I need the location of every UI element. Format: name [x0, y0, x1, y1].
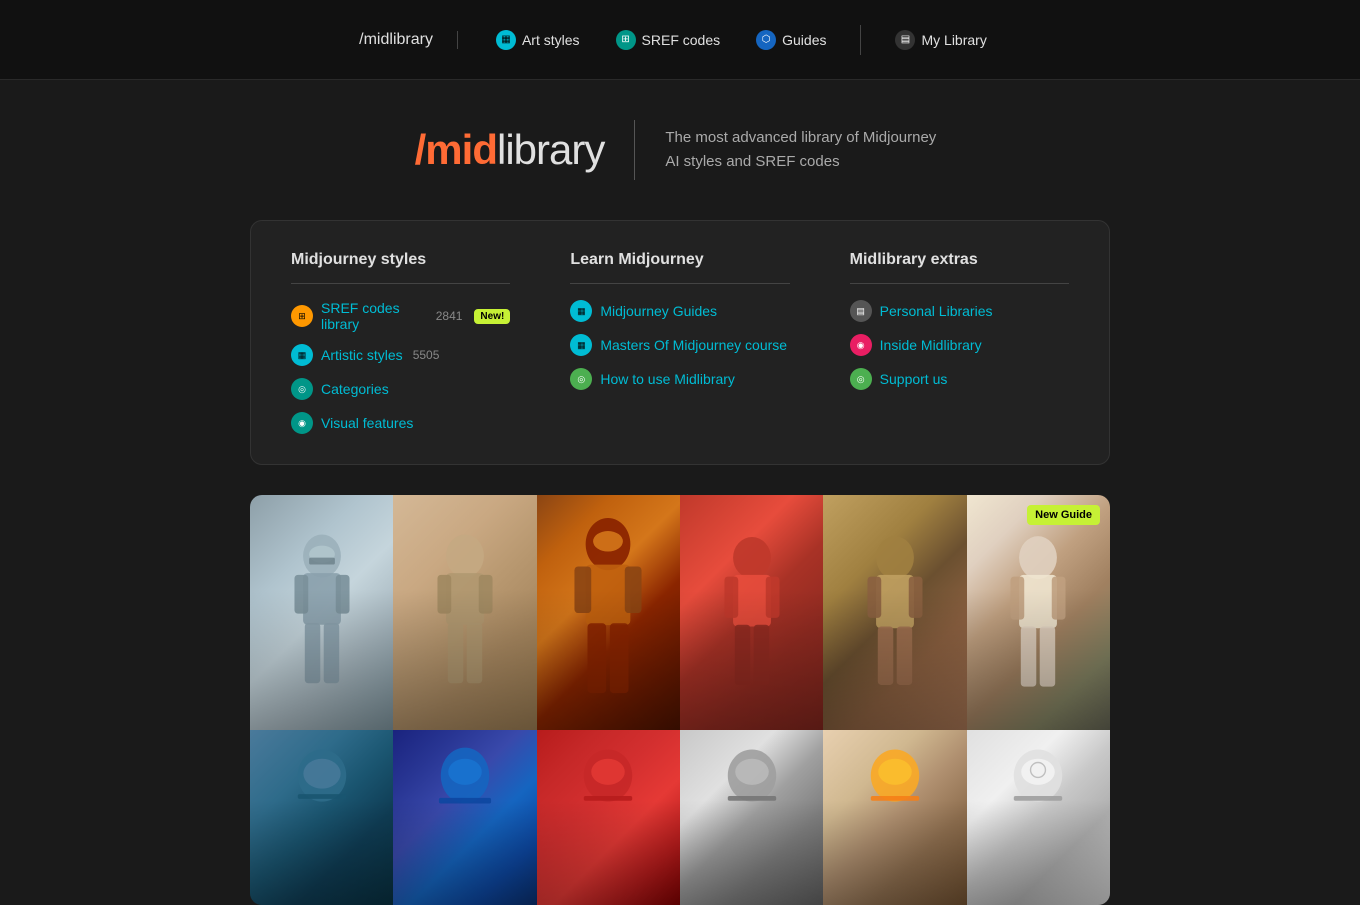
gallery-image-4-inner [680, 495, 823, 730]
categories-icon: ◎ [291, 378, 313, 400]
gallery-image-10-inner [680, 730, 823, 905]
gallery-image-7[interactable] [250, 730, 393, 905]
new-guide-badge: New Guide [1027, 505, 1100, 525]
nav-item-art-styles[interactable]: ▦ Art styles [482, 22, 594, 58]
artistic-styles-icon: ▦ [291, 344, 313, 366]
gallery-image-1-inner [250, 495, 393, 730]
new-badge: New! [474, 309, 510, 324]
gallery-image-6[interactable]: New Guide [967, 495, 1110, 730]
menu-col-title-1: Midjourney styles [291, 251, 510, 284]
inside-midlibrary-icon: ◉ [850, 334, 872, 356]
menu-col-extras: Midlibrary extras ▤ Personal Libraries ◉… [850, 251, 1069, 434]
menu-link-visual-features[interactable]: ◉ Visual features [291, 412, 510, 434]
image-grid: New Guide [250, 495, 1110, 905]
gallery-image-8[interactable] [393, 730, 536, 905]
gallery-image-9[interactable] [537, 730, 680, 905]
menu-link-support-us[interactable]: ◎ Support us [850, 368, 1069, 390]
gallery-image-3[interactable] [537, 495, 680, 730]
gallery-image-1[interactable] [250, 495, 393, 730]
sref-library-icon: ⊞ [291, 305, 313, 327]
menu-card: Midjourney styles ⊞ SREF codes library 2… [250, 220, 1110, 465]
hero-section: /midlibrary The most advanced library of… [0, 80, 1360, 220]
guides-icon: ⬡ [756, 30, 776, 50]
gallery-wrapper: New Guide [0, 495, 1360, 905]
gallery-image-2[interactable] [393, 495, 536, 730]
gallery-image-12-inner [967, 730, 1110, 905]
nav: /midlibrary ▦ Art styles ⊞ SREF codes ⬡ … [359, 22, 1001, 58]
nav-brand: /midlibrary [359, 31, 458, 49]
logo-mid: /mid [415, 126, 497, 173]
gallery-image-4[interactable] [680, 495, 823, 730]
gallery-image-6-inner [967, 495, 1110, 730]
nav-divider [860, 25, 861, 55]
header: /midlibrary ▦ Art styles ⊞ SREF codes ⬡ … [0, 0, 1360, 80]
gallery-image-11[interactable] [823, 730, 966, 905]
menu-link-artistic-styles[interactable]: ▦ Artistic styles 5505 [291, 344, 510, 366]
logo-library: library [497, 126, 604, 173]
art-styles-icon: ▦ [496, 30, 516, 50]
artistic-count-badge: 5505 [413, 348, 440, 362]
menu-link-mj-guides[interactable]: ▦ Midjourney Guides [570, 300, 789, 322]
sref-count-badge: 2841 [436, 309, 463, 323]
menu-link-sref-library[interactable]: ⊞ SREF codes library 2841 New! [291, 300, 510, 332]
nav-item-guides[interactable]: ⬡ Guides [742, 22, 840, 58]
gallery-image-2-inner [393, 495, 536, 730]
gallery-image-7-inner [250, 730, 393, 905]
gallery-image-9-inner [537, 730, 680, 905]
menu-link-personal-libs[interactable]: ▤ Personal Libraries [850, 300, 1069, 322]
menu-col-title-2: Learn Midjourney [570, 251, 789, 284]
visual-features-icon: ◉ [291, 412, 313, 434]
hero-divider [634, 120, 635, 180]
gallery-image-8-inner [393, 730, 536, 905]
gallery-image-5[interactable] [823, 495, 966, 730]
hero-logo: /midlibrary [415, 126, 605, 174]
menu-links-1: ⊞ SREF codes library 2841 New! ▦ Artisti… [291, 300, 510, 434]
nav-item-my-library[interactable]: ▤ My Library [881, 22, 1000, 58]
gallery-image-5-inner [823, 495, 966, 730]
menu-col-midjourney-styles: Midjourney styles ⊞ SREF codes library 2… [291, 251, 510, 434]
menu-link-how-to-use[interactable]: ◎ How to use Midlibrary [570, 368, 789, 390]
hero-description: The most advanced library of Midjourney … [665, 126, 945, 174]
menu-link-masters-course[interactable]: ▦ Masters Of Midjourney course [570, 334, 789, 356]
menu-card-wrapper: Midjourney styles ⊞ SREF codes library 2… [0, 220, 1360, 495]
menu-link-categories[interactable]: ◎ Categories [291, 378, 510, 400]
menu-links-2: ▦ Midjourney Guides ▦ Masters Of Midjour… [570, 300, 789, 390]
how-to-use-icon: ◎ [570, 368, 592, 390]
gallery-image-10[interactable] [680, 730, 823, 905]
support-us-icon: ◎ [850, 368, 872, 390]
nav-items: ▦ Art styles ⊞ SREF codes ⬡ Guides ▤ My … [482, 22, 1001, 58]
gallery-image-11-inner [823, 730, 966, 905]
nav-item-sref-codes[interactable]: ⊞ SREF codes [602, 22, 735, 58]
gallery-image-12[interactable] [967, 730, 1110, 905]
personal-libs-icon: ▤ [850, 300, 872, 322]
menu-col-title-3: Midlibrary extras [850, 251, 1069, 284]
my-library-icon: ▤ [895, 30, 915, 50]
gallery-image-3-inner [537, 495, 680, 730]
menu-col-learn: Learn Midjourney ▦ Midjourney Guides ▦ M… [570, 251, 789, 434]
masters-course-icon: ▦ [570, 334, 592, 356]
sref-codes-icon: ⊞ [616, 30, 636, 50]
mj-guides-icon: ▦ [570, 300, 592, 322]
menu-link-inside-midlibrary[interactable]: ◉ Inside Midlibrary [850, 334, 1069, 356]
menu-links-3: ▤ Personal Libraries ◉ Inside Midlibrary… [850, 300, 1069, 390]
